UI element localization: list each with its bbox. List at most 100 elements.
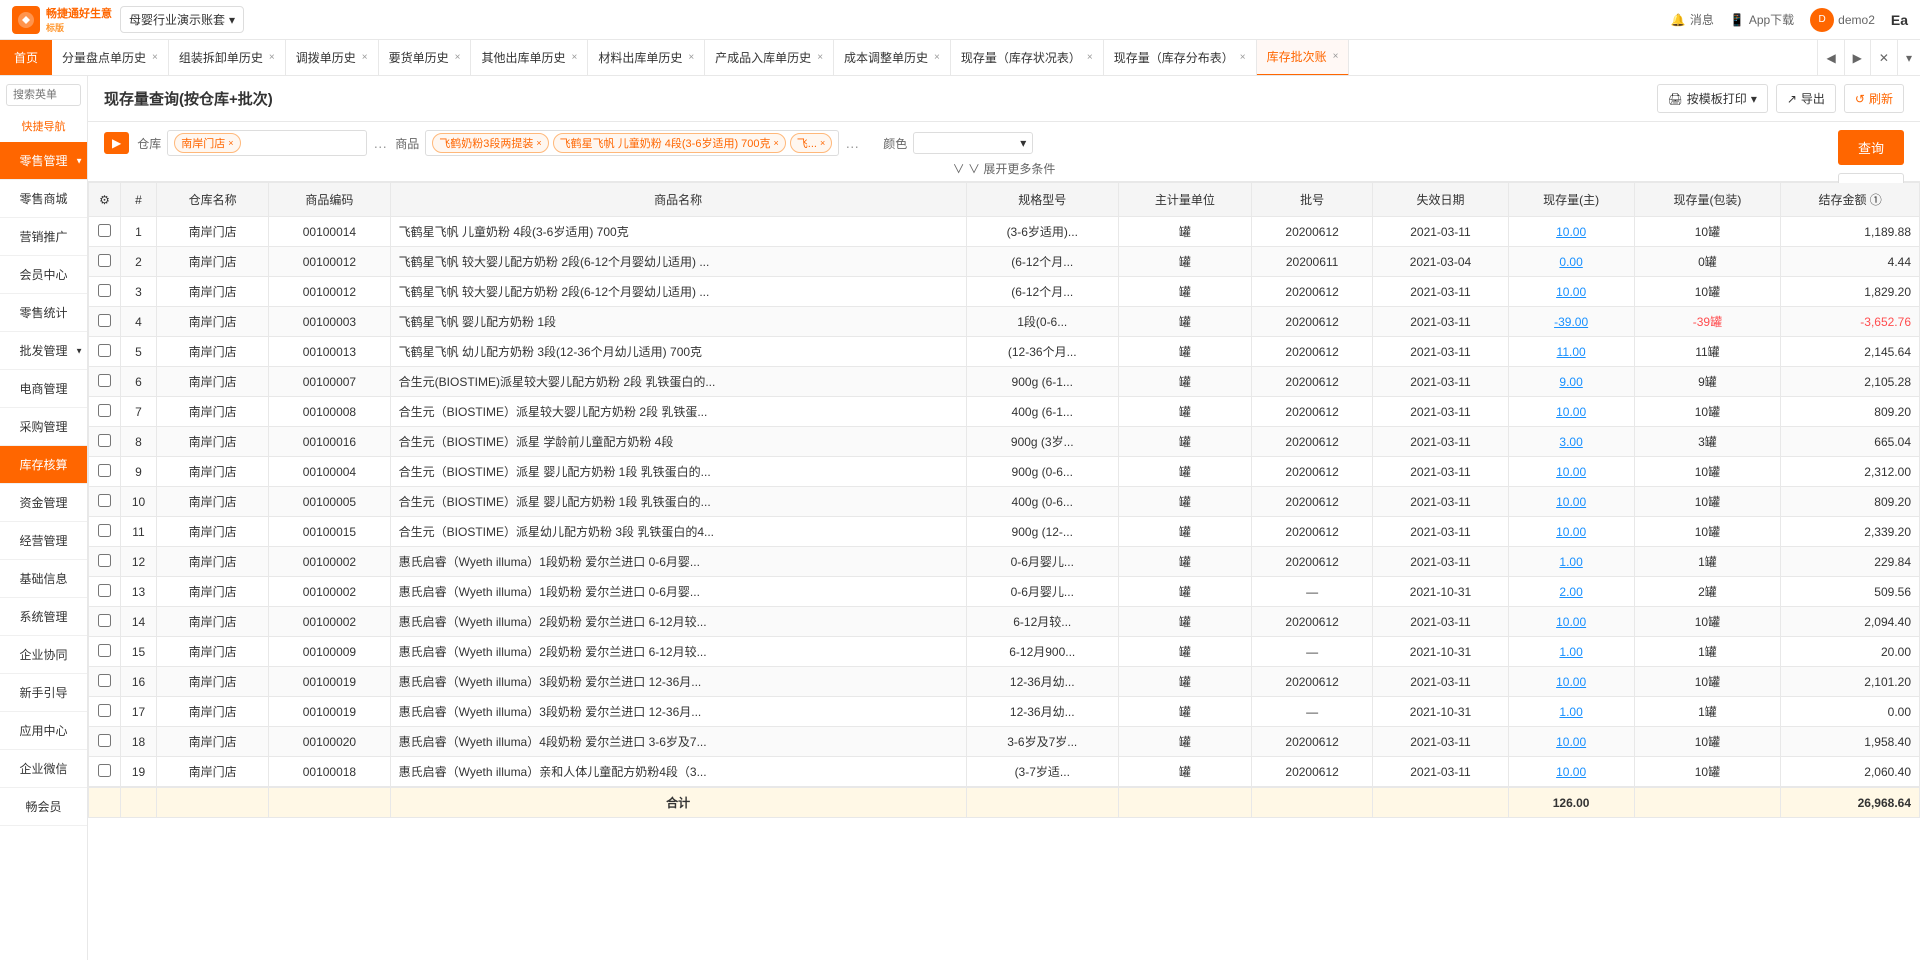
cell-stock-main[interactable]: 10.00	[1508, 607, 1634, 637]
color-dropdown[interactable]: ▾	[913, 132, 1033, 154]
cell-checkbox[interactable]	[89, 367, 121, 397]
sidebar-item-enterprise-wechat[interactable]: 企业微信	[0, 750, 87, 788]
cell-checkbox[interactable]	[89, 637, 121, 667]
sidebar-item-app-center[interactable]: 应用中心	[0, 712, 87, 750]
product-tag-input[interactable]: 飞鹤奶粉3段两提装 × 飞鹤星飞帆 儿童奶粉 4段(3-6岁适用) 700克 ×…	[425, 130, 839, 156]
sidebar-item-new-guide[interactable]: 新手引导	[0, 674, 87, 712]
cell-stock-main[interactable]: 10.00	[1508, 277, 1634, 307]
tab-qita[interactable]: 其他出库单历史×	[471, 40, 588, 76]
nav-next-btn[interactable]: ▶	[1844, 40, 1870, 76]
app-download-btn[interactable]: 📱 App下载	[1730, 11, 1794, 28]
stock-main-link[interactable]: 2.00	[1559, 585, 1582, 599]
close-icon[interactable]: ×	[571, 52, 577, 63]
close-icon[interactable]: ×	[688, 52, 694, 63]
tab-fenpan[interactable]: 分量盘点单历史×	[52, 40, 169, 76]
stock-main-link[interactable]: 10.00	[1556, 285, 1586, 299]
close-icon[interactable]: ×	[152, 52, 158, 63]
warehouse-tag-input[interactable]: 南岸门店 ×	[167, 130, 367, 156]
stock-main-link[interactable]: 10.00	[1556, 675, 1586, 689]
cell-checkbox[interactable]	[89, 667, 121, 697]
cell-checkbox[interactable]	[89, 727, 121, 757]
nav-close-btn[interactable]: ✕	[1870, 40, 1897, 76]
product-more-btn[interactable]: …	[845, 135, 859, 151]
cell-checkbox[interactable]	[89, 697, 121, 727]
cell-stock-main[interactable]: 10.00	[1508, 457, 1634, 487]
sidebar-item-system[interactable]: 系统管理	[0, 598, 87, 636]
cell-checkbox[interactable]	[89, 427, 121, 457]
stock-main-link[interactable]: 9.00	[1559, 375, 1582, 389]
expand-more-bar[interactable]: ∨ ∨ 展开更多条件	[104, 156, 1904, 177]
cell-stock-main[interactable]: 1.00	[1508, 637, 1634, 667]
stock-main-link[interactable]: 10.00	[1556, 525, 1586, 539]
stock-main-link[interactable]: 0.00	[1559, 255, 1582, 269]
messages-btn[interactable]: 🔔 消息	[1671, 11, 1714, 28]
stock-main-link[interactable]: 10.00	[1556, 405, 1586, 419]
tab-chengben[interactable]: 成本调整单历史×	[834, 40, 951, 76]
sidebar-item-purchase[interactable]: 采购管理	[0, 408, 87, 446]
account-dropdown[interactable]: 母婴行业演示账套 ▾	[120, 6, 244, 33]
cell-stock-main[interactable]: 10.00	[1508, 727, 1634, 757]
cell-stock-main[interactable]: 10.00	[1508, 667, 1634, 697]
stock-main-link[interactable]: 1.00	[1559, 705, 1582, 719]
stock-main-link[interactable]: 11.00	[1557, 345, 1586, 359]
cell-checkbox[interactable]	[89, 337, 121, 367]
close-icon[interactable]: ×	[455, 52, 461, 63]
tab-kucun-batch[interactable]: 库存批次账×	[1257, 40, 1350, 76]
sidebar-item-member-center[interactable]: 会员中心	[0, 256, 87, 294]
sidebar-item-retail-mgmt[interactable]: 零售管理 ▼	[0, 142, 87, 180]
cell-checkbox[interactable]	[89, 487, 121, 517]
cell-stock-main[interactable]: 10.00	[1508, 487, 1634, 517]
sidebar-item-inventory[interactable]: 库存核算	[0, 446, 87, 484]
tab-zuzhuang[interactable]: 组装拆卸单历史×	[169, 40, 286, 76]
tab-kucun-status[interactable]: 现存量（库存状况表）×	[951, 40, 1104, 76]
warehouse-more-btn[interactable]: …	[373, 135, 387, 151]
cell-stock-main[interactable]: 1.00	[1508, 547, 1634, 577]
tag-remove-icon[interactable]: ×	[774, 138, 779, 148]
nav-menu-btn[interactable]: ▾	[1897, 40, 1920, 76]
close-icon[interactable]: ×	[1240, 52, 1246, 63]
sidebar-item-member[interactable]: 畅会员	[0, 788, 87, 826]
cell-stock-main[interactable]: 11.00	[1508, 337, 1634, 367]
sidebar-item-ecommerce[interactable]: 电商管理	[0, 370, 87, 408]
tab-kucun-dist[interactable]: 现存量（库存分布表）×	[1104, 40, 1257, 76]
close-icon[interactable]: ×	[934, 52, 940, 63]
sidebar-item-finance[interactable]: 资金管理	[0, 484, 87, 522]
home-tab[interactable]: 首页	[0, 40, 52, 76]
sidebar-item-enterprise[interactable]: 企业协同	[0, 636, 87, 674]
cell-stock-main[interactable]: -39.00	[1508, 307, 1634, 337]
cell-checkbox[interactable]	[89, 547, 121, 577]
cell-checkbox[interactable]	[89, 577, 121, 607]
close-icon[interactable]: ×	[362, 52, 368, 63]
cell-stock-main[interactable]: 3.00	[1508, 427, 1634, 457]
cell-stock-main[interactable]: 0.00	[1508, 247, 1634, 277]
col-settings[interactable]: ⚙	[89, 183, 121, 217]
refresh-btn[interactable]: ↺ 刷新	[1844, 84, 1904, 113]
cell-checkbox[interactable]	[89, 757, 121, 788]
cell-checkbox[interactable]	[89, 607, 121, 637]
stock-main-link[interactable]: 3.00	[1559, 435, 1582, 449]
user-avatar[interactable]: D demo2	[1810, 8, 1875, 32]
stock-main-link[interactable]: 10.00	[1556, 465, 1586, 479]
search-input[interactable]	[6, 84, 81, 106]
cell-stock-main[interactable]: 10.00	[1508, 757, 1634, 788]
cell-stock-main[interactable]: 2.00	[1508, 577, 1634, 607]
template-print-btn[interactable]: 🖨 按模板打印 ▾	[1657, 84, 1768, 113]
cell-checkbox[interactable]	[89, 457, 121, 487]
cell-checkbox[interactable]	[89, 217, 121, 247]
sidebar-item-retail-stats[interactable]: 零售统计	[0, 294, 87, 332]
sidebar-item-marketing[interactable]: 营销推广	[0, 218, 87, 256]
cell-checkbox[interactable]	[89, 247, 121, 277]
stock-main-link[interactable]: 10.00	[1556, 615, 1586, 629]
cell-stock-main[interactable]: 1.00	[1508, 697, 1634, 727]
stock-main-link[interactable]: 10.00	[1556, 225, 1586, 239]
stock-main-link[interactable]: 1.00	[1559, 555, 1582, 569]
cell-checkbox[interactable]	[89, 307, 121, 337]
tag-remove-icon[interactable]: ×	[820, 138, 825, 148]
cell-checkbox[interactable]	[89, 517, 121, 547]
close-icon[interactable]: ×	[817, 52, 823, 63]
tab-chengpin[interactable]: 产成品入库单历史×	[705, 40, 834, 76]
stock-main-link[interactable]: 10.00	[1556, 735, 1586, 749]
sidebar-item-operations[interactable]: 经营管理	[0, 522, 87, 560]
sidebar-item-retail-mall[interactable]: 零售商城	[0, 180, 87, 218]
close-icon[interactable]: ×	[1333, 51, 1339, 62]
